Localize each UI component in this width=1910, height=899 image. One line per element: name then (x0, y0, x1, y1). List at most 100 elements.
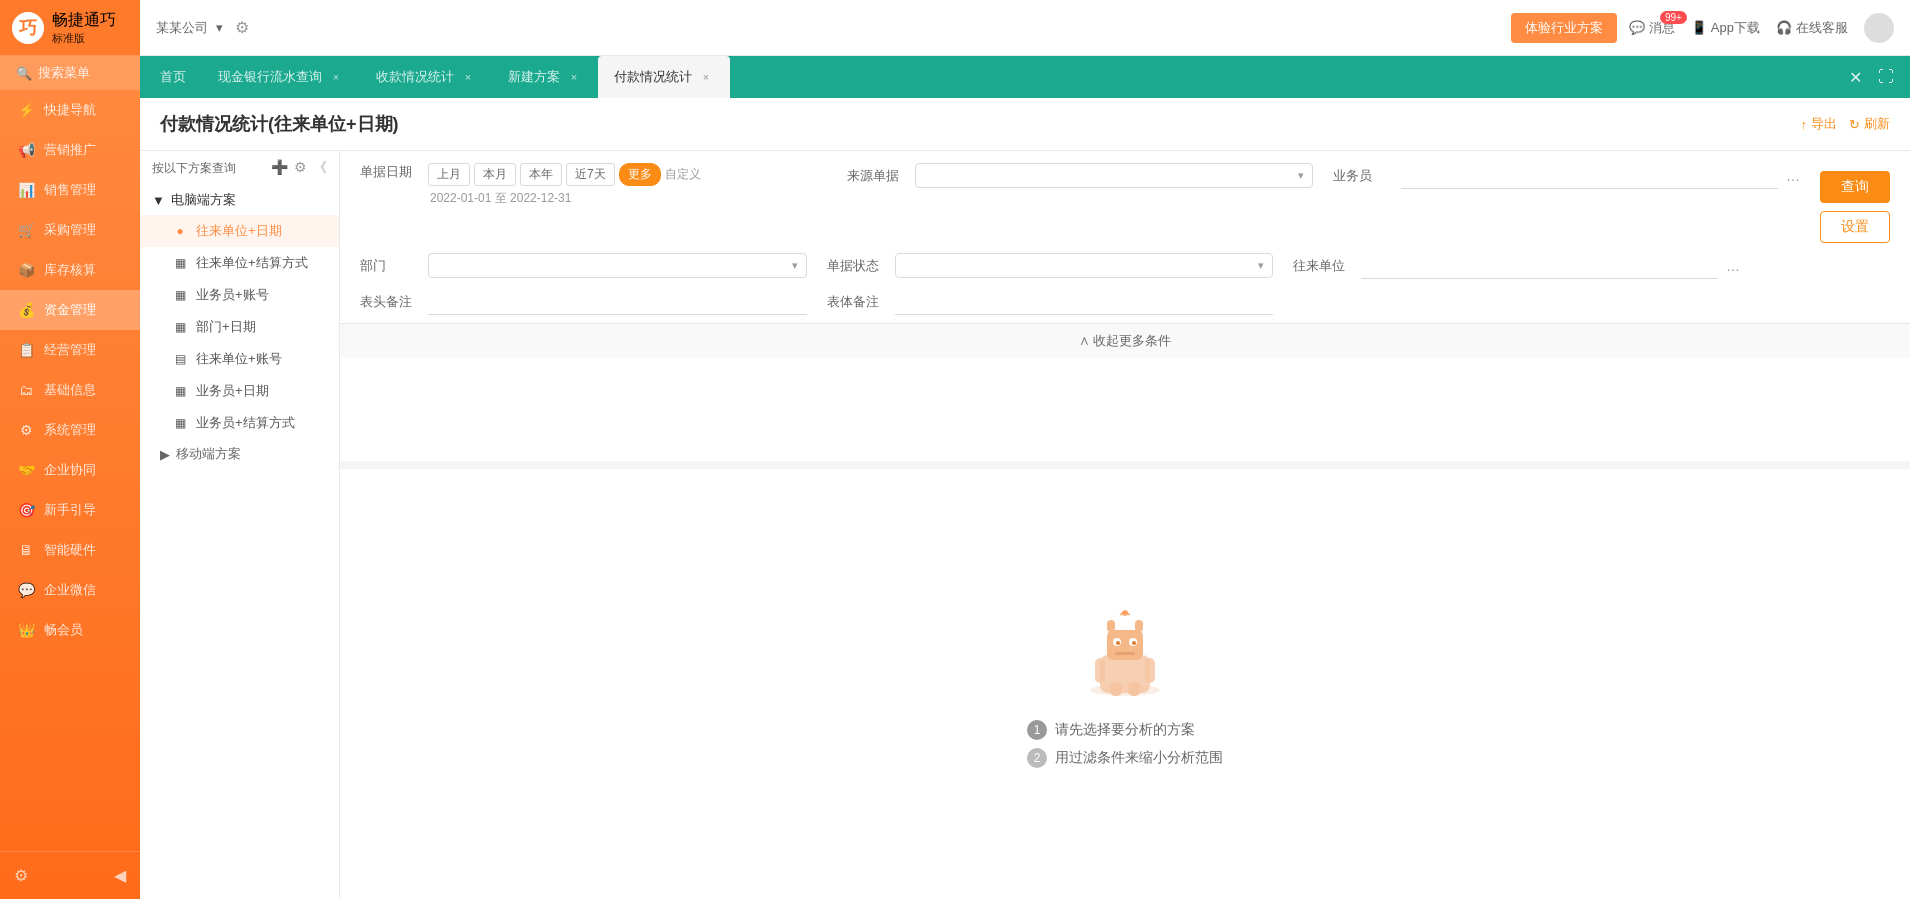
sidebar-item-inventory[interactable]: 📦 库存核算 (0, 250, 140, 290)
source-select[interactable]: ▾ (915, 163, 1314, 188)
query-btn[interactable]: 查询 (1820, 171, 1890, 203)
date-cur-month-btn[interactable]: 本月 (474, 163, 516, 186)
counterpart-input[interactable] (1361, 253, 1718, 279)
date-more-btn[interactable]: 更多 (619, 163, 661, 186)
sidebar-nav: ⚡ 快捷导航 📢 营销推广 📊 销售管理 🛒 采购管理 📦 库存核算 💰 资金管… (0, 90, 140, 851)
doc-status-select[interactable]: ▾ (895, 253, 1274, 278)
page-content: 付款情况统计(往来单位+日期) ↑ 导出 ↻ 刷新 按以下方案查询 ➕ (140, 98, 1910, 899)
scheme-item-dept-date[interactable]: ▦ 部门+日期 (140, 311, 339, 343)
counterpart-ellipsis-btn[interactable]: … (1726, 258, 1740, 274)
sidebar-item-quick-nav[interactable]: ⚡ 快捷导航 (0, 90, 140, 130)
scheme-item-label: 业务员+结算方式 (196, 414, 295, 432)
message-badge: 99+ (1660, 11, 1687, 24)
scheme-item-salesperson-settle[interactable]: ▦ 业务员+结算方式 (140, 407, 339, 439)
operations-icon: 📋 (16, 340, 36, 360)
scheme-category-desktop[interactable]: ▼ 电脑端方案 (140, 185, 339, 215)
company-selector[interactable]: 某某公司 ▾ (156, 19, 223, 37)
empty-tip-1-text: 请先选择要分析的方案 (1055, 721, 1195, 739)
marketing-icon: 📢 (16, 140, 36, 160)
settings-scheme-icon[interactable]: ⚙ (294, 159, 307, 177)
scheme-panel-header: 按以下方案查询 ➕ ⚙ 《 (140, 151, 339, 185)
logo-main-text: 畅捷通巧 (52, 10, 116, 31)
sidebar-item-sales[interactable]: 📊 销售管理 (0, 170, 140, 210)
tab-receipt-stats-close[interactable]: × (460, 69, 476, 85)
sidebar-item-label: 库存核算 (44, 261, 96, 279)
empty-tip-1: 1 请先选择要分析的方案 (1027, 720, 1223, 740)
page-actions: ↑ 导出 ↻ 刷新 (1801, 115, 1891, 133)
dept-arrow-icon: ▾ (792, 259, 798, 272)
sidebar-item-operations[interactable]: 📋 经营管理 (0, 330, 140, 370)
tab-home[interactable]: 首页 (144, 56, 202, 98)
settings-icon[interactable]: ⚙ (10, 862, 32, 889)
company-name: 某某公司 (156, 19, 208, 37)
tip-num-2: 2 (1027, 748, 1047, 768)
sidebar-item-basic[interactable]: 🗂 基础信息 (0, 370, 140, 410)
dept-filter-label: 部门 (360, 257, 420, 275)
sidebar-item-label: 资金管理 (44, 301, 96, 319)
export-btn[interactable]: ↑ 导出 (1801, 115, 1838, 133)
maximize-icon[interactable]: ⛶ (1874, 64, 1898, 90)
sidebar-item-purchase[interactable]: 🛒 采购管理 (0, 210, 140, 250)
body-note-input[interactable] (895, 289, 1274, 315)
sidebar-item-hardware[interactable]: 🖥 智能硬件 (0, 530, 140, 570)
mobile-category-label: 移动端方案 (176, 445, 241, 463)
salesperson-input[interactable] (1401, 163, 1778, 189)
date-cur-year-btn[interactable]: 本年 (520, 163, 562, 186)
salesperson-ellipsis-btn[interactable]: … (1786, 168, 1800, 184)
sidebar-item-wechat[interactable]: 💬 企业微信 (0, 570, 140, 610)
collapse-sidebar-icon[interactable]: ◀ (110, 862, 130, 889)
sidebar-item-label: 畅会员 (44, 621, 83, 639)
refresh-btn[interactable]: ↻ 刷新 (1849, 115, 1890, 133)
collapse-scheme-icon[interactable]: 《 (313, 159, 327, 177)
date-7days-btn[interactable]: 近7天 (566, 163, 615, 186)
sidebar-item-label: 智能硬件 (44, 541, 96, 559)
message-btn[interactable]: 💬 消息 99+ (1629, 19, 1675, 37)
sidebar-item-guide[interactable]: 🎯 新手引导 (0, 490, 140, 530)
body-note-label: 表体备注 (827, 293, 887, 311)
sidebar-item-enterprise[interactable]: 🤝 企业协同 (0, 450, 140, 490)
fund-icon: 💰 (16, 300, 36, 320)
user-avatar[interactable] (1864, 13, 1894, 43)
collapse-more-conditions-btn[interactable]: ∧ 收起更多条件 (340, 323, 1910, 358)
close-tab-icon[interactable]: ✕ (1845, 64, 1866, 91)
header-note-input[interactable] (428, 289, 807, 315)
sidebar-item-system[interactable]: ⚙ 系统管理 (0, 410, 140, 450)
sidebar-item-marketing[interactable]: 📢 营销推广 (0, 130, 140, 170)
dept-select[interactable]: ▾ (428, 253, 807, 278)
sidebar-item-label: 采购管理 (44, 221, 96, 239)
app-label: App下载 (1711, 19, 1760, 37)
guide-icon: 🎯 (16, 500, 36, 520)
tab-new-scheme-close[interactable]: × (566, 69, 582, 85)
tab-new-scheme[interactable]: 新建方案 × (492, 56, 598, 98)
online-service-btn[interactable]: 🎧 在线客服 (1776, 19, 1848, 37)
scheme-item-salesperson-date[interactable]: ▦ 业务员+日期 (140, 375, 339, 407)
settings-config-icon[interactable]: ⚙ (235, 18, 249, 37)
active-scheme-icon: ● (172, 223, 188, 239)
page-title: 付款情况统计(往来单位+日期) (160, 112, 399, 136)
sidebar-item-fund[interactable]: 💰 资金管理 (0, 290, 140, 330)
scheme-item-counterpart-date[interactable]: ● 往来单位+日期 (140, 215, 339, 247)
scheme-item-counterpart-account[interactable]: ▤ 往来单位+账号 (140, 343, 339, 375)
tab-cash-flow[interactable]: 现金银行流水查询 × (202, 56, 360, 98)
tab-payment-stats-close[interactable]: × (698, 69, 714, 85)
add-scheme-icon[interactable]: ➕ (271, 159, 288, 177)
scheme-item-label: 往来单位+账号 (196, 350, 282, 368)
tab-payment-stats[interactable]: 付款情况统计 × (598, 56, 730, 98)
tab-cash-flow-label: 现金银行流水查询 (218, 68, 322, 86)
scheme-category-mobile[interactable]: ▶ 移动端方案 (140, 439, 339, 469)
date-prev-month-btn[interactable]: 上月 (428, 163, 470, 186)
scheme-item-counterpart-settle[interactable]: ▦ 往来单位+结算方式 (140, 247, 339, 279)
search-menu[interactable]: 🔍 搜索菜单 (0, 56, 140, 90)
sidebar-item-member[interactable]: 👑 畅会员 (0, 610, 140, 650)
scheme-item-salesperson-account[interactable]: ▦ 业务员+账号 (140, 279, 339, 311)
collapse-arrow-icon: ∧ (1079, 333, 1094, 348)
tab-cash-flow-close[interactable]: × (328, 69, 344, 85)
category-arrow-right: ▶ (160, 447, 170, 462)
doc-status-arrow-icon: ▾ (1258, 259, 1264, 272)
tab-receipt-stats[interactable]: 收款情况统计 × (360, 56, 492, 98)
set-btn[interactable]: 设置 (1820, 211, 1890, 243)
trial-btn[interactable]: 体验行业方案 (1511, 13, 1617, 43)
sales-icon: 📊 (16, 180, 36, 200)
app-download-btn[interactable]: 📱 App下载 (1691, 19, 1760, 37)
filter-actions: 查询 设置 (1820, 163, 1890, 243)
